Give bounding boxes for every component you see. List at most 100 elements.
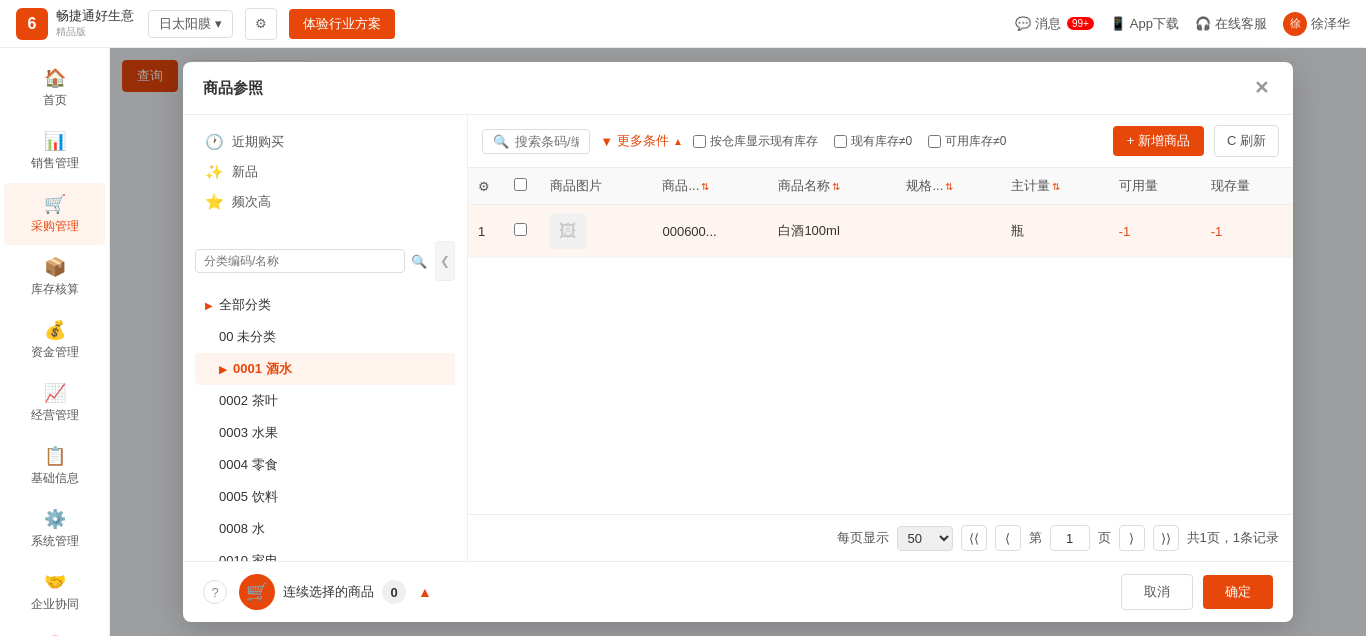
user-item[interactable]: 徐 徐泽华	[1283, 12, 1350, 36]
category-item-1[interactable]: 00 未分类	[195, 321, 455, 353]
left-panel-top: 🕐近期购买✨新品 ⭐ 频次高	[183, 127, 467, 225]
collapse-cart-button[interactable]: ▲	[418, 584, 432, 600]
quick-label-2: 频次高	[232, 193, 271, 211]
app-download-item[interactable]: 📱 App下载	[1110, 15, 1179, 33]
pagination-summary: 共1页，1条记录	[1187, 529, 1279, 547]
next-page-button[interactable]: ⟩	[1119, 525, 1145, 551]
first-page-button[interactable]: ⟨⟨	[961, 525, 987, 551]
sidebar-icon-8: 🤝	[44, 571, 66, 593]
warehouse-checkbox-label[interactable]: 按仓库显示现有库存	[693, 133, 818, 150]
sidebar-icon-5: 📈	[44, 382, 66, 404]
row-checkbox-0[interactable]	[504, 205, 540, 258]
col-spec: 规格...⇅	[896, 168, 1000, 205]
sidebar-item-9[interactable]: 🎯新手引导	[4, 624, 105, 636]
per-page-select[interactable]: 50 20 100	[897, 526, 953, 551]
cat-label-8: 0010 家电	[219, 552, 278, 561]
cart-text: 连续选择的商品	[283, 583, 374, 601]
cancel-button[interactable]: 取消	[1121, 574, 1193, 610]
category-item-0[interactable]: ▶全部分类	[195, 289, 455, 321]
category-item-8[interactable]: 0010 家电	[195, 545, 455, 561]
dialog-title: 商品参照	[203, 79, 263, 98]
cat-label-3: 0002 茶叶	[219, 392, 278, 410]
confirm-button[interactable]: 确定	[1203, 575, 1273, 609]
category-item-6[interactable]: 0005 饮料	[195, 481, 455, 513]
category-search-input[interactable]	[195, 249, 405, 273]
product-search-input[interactable]	[515, 134, 579, 149]
category-item-5[interactable]: 0004 零食	[195, 449, 455, 481]
settings-button[interactable]: ⚙	[245, 8, 277, 40]
sidebar-label-8: 企业协同	[31, 596, 79, 613]
search-box: 🔍	[482, 129, 590, 154]
sidebar-label-2: 采购管理	[31, 218, 79, 235]
quick-icon-2: ⭐	[205, 193, 224, 211]
cart-icon[interactable]: 🛒	[239, 574, 275, 610]
sidebar-item-6[interactable]: 📋基础信息	[4, 435, 105, 497]
sidebar-label-7: 系统管理	[31, 533, 79, 550]
main-area: 查询 设置 刷新 商品参照 ✕ 🕐近期购买✨新品⭐频次高	[110, 48, 1366, 636]
phone-icon: 📱	[1110, 16, 1126, 31]
usable-ne0-checkbox[interactable]	[928, 135, 941, 148]
row-stock-0: -1	[1201, 205, 1293, 258]
page-number-input[interactable]	[1050, 525, 1090, 551]
search-icon[interactable]: 🔍	[411, 254, 427, 269]
prev-page-button[interactable]: ⟨	[995, 525, 1021, 551]
sidebar-item-0[interactable]: 🏠首页	[4, 57, 105, 119]
dialog-close-button[interactable]: ✕	[1249, 76, 1273, 100]
sidebar-item-5[interactable]: 📈经营管理	[4, 372, 105, 434]
last-page-button[interactable]: ⟩⟩	[1153, 525, 1179, 551]
usable-ne0-checkbox-label[interactable]: 可用库存≠0	[928, 133, 1006, 150]
page-unit: 页	[1098, 529, 1111, 547]
sidebar-icon-7: ⚙️	[44, 508, 66, 530]
right-panel: 🔍 ▼ 更多条件 ▲ 按仓库显示现有库存	[468, 115, 1293, 561]
cat-arrow-2: ▶	[219, 364, 227, 375]
row-img-0: 🖼	[540, 205, 652, 258]
navbar: 6 畅捷通好生意 精品版 日太阳膜 ▾ ⚙ 体验行业方案 💬 消息 99+ 📱 …	[0, 0, 1366, 48]
add-product-button[interactable]: + 新增商品	[1113, 126, 1204, 156]
filter-icon: ▼	[600, 134, 613, 149]
left-panel: 🕐近期购买✨新品 ⭐ 频次高 🔍 ❮ ▶全部分类 00 未分类 ▶ 0001 酒水 0002…	[183, 115, 468, 561]
category-item-4[interactable]: 0003 水果	[195, 417, 455, 449]
refresh-button[interactable]: C 刷新	[1214, 125, 1279, 157]
table-wrap: ⚙ 商品图片 商品...⇅ 商品名称⇅ 规格...⇅ 主计量⇅ 可用量 现存量	[468, 168, 1293, 514]
overlay: 商品参照 ✕ 🕐近期购买✨新品 ⭐ 频次高 🔍 ❮	[110, 48, 1366, 636]
cat-label-2: 0001 酒水	[233, 360, 292, 378]
category-item-3[interactable]: 0002 茶叶	[195, 385, 455, 417]
sidebar-item-8[interactable]: 🤝 企业协同	[4, 561, 105, 623]
row-usable-0: -1	[1109, 205, 1201, 258]
row-select-0[interactable]	[514, 223, 527, 236]
sidebar-icon-3: 📦	[44, 256, 66, 278]
sidebar-item-1[interactable]: 📊销售管理	[4, 120, 105, 182]
online-service-item[interactable]: 🎧 在线客服	[1195, 15, 1267, 33]
nav-selector[interactable]: 日太阳膜 ▾	[148, 10, 233, 38]
cat-label-1: 00 未分类	[219, 328, 276, 346]
filter-button[interactable]: ▼ 更多条件 ▲	[600, 132, 683, 150]
quick-item-2[interactable]: ⭐ 频次高	[195, 187, 455, 217]
sidebar-item-2[interactable]: 🛒采购管理	[4, 183, 105, 245]
cat-label-5: 0004 零食	[219, 456, 278, 474]
product-img-0: 🖼	[550, 213, 586, 249]
cat-label-7: 0008 水	[219, 520, 265, 538]
stock-ne0-checkbox-label[interactable]: 现有库存≠0	[834, 133, 912, 150]
sidebar-item-7[interactable]: ⚙️ 系统管理	[4, 498, 105, 560]
category-item-2[interactable]: ▶ 0001 酒水	[195, 353, 455, 385]
table-header: ⚙ 商品图片 商品...⇅ 商品名称⇅ 规格...⇅ 主计量⇅ 可用量 现存量	[468, 168, 1293, 205]
pagination: 每页显示 50 20 100 ⟨⟨ ⟨ 第 页 ⟩	[468, 514, 1293, 561]
sidebar-item-3[interactable]: 📦库存核算	[4, 246, 105, 308]
quick-item-0[interactable]: 🕐近期购买	[195, 127, 455, 157]
toolbar: 🔍 ▼ 更多条件 ▲ 按仓库显示现有库存	[468, 115, 1293, 168]
collapse-button[interactable]: ❮	[435, 241, 455, 281]
select-all-checkbox[interactable]	[514, 178, 527, 191]
messages-item[interactable]: 💬 消息 99+	[1015, 15, 1094, 33]
dialog: 商品参照 ✕ 🕐近期购买✨新品 ⭐ 频次高 🔍 ❮	[183, 62, 1293, 622]
warehouse-checkbox[interactable]	[693, 135, 706, 148]
sidebar-icon-1: 📊	[44, 130, 66, 152]
quick-item-1[interactable]: ✨新品	[195, 157, 455, 187]
table-settings-icon[interactable]: ⚙	[478, 179, 490, 194]
stock-ne0-checkbox[interactable]	[834, 135, 847, 148]
trial-button[interactable]: 体验行业方案	[289, 9, 395, 39]
chevron-down-icon: ▾	[215, 16, 222, 31]
help-button[interactable]: ?	[203, 580, 227, 604]
category-item-7[interactable]: 0008 水	[195, 513, 455, 545]
sidebar-item-4[interactable]: 💰资金管理	[4, 309, 105, 371]
table-row[interactable]: 1 🖼 000600... 白酒100ml 瓶 -1 -1	[468, 205, 1293, 258]
